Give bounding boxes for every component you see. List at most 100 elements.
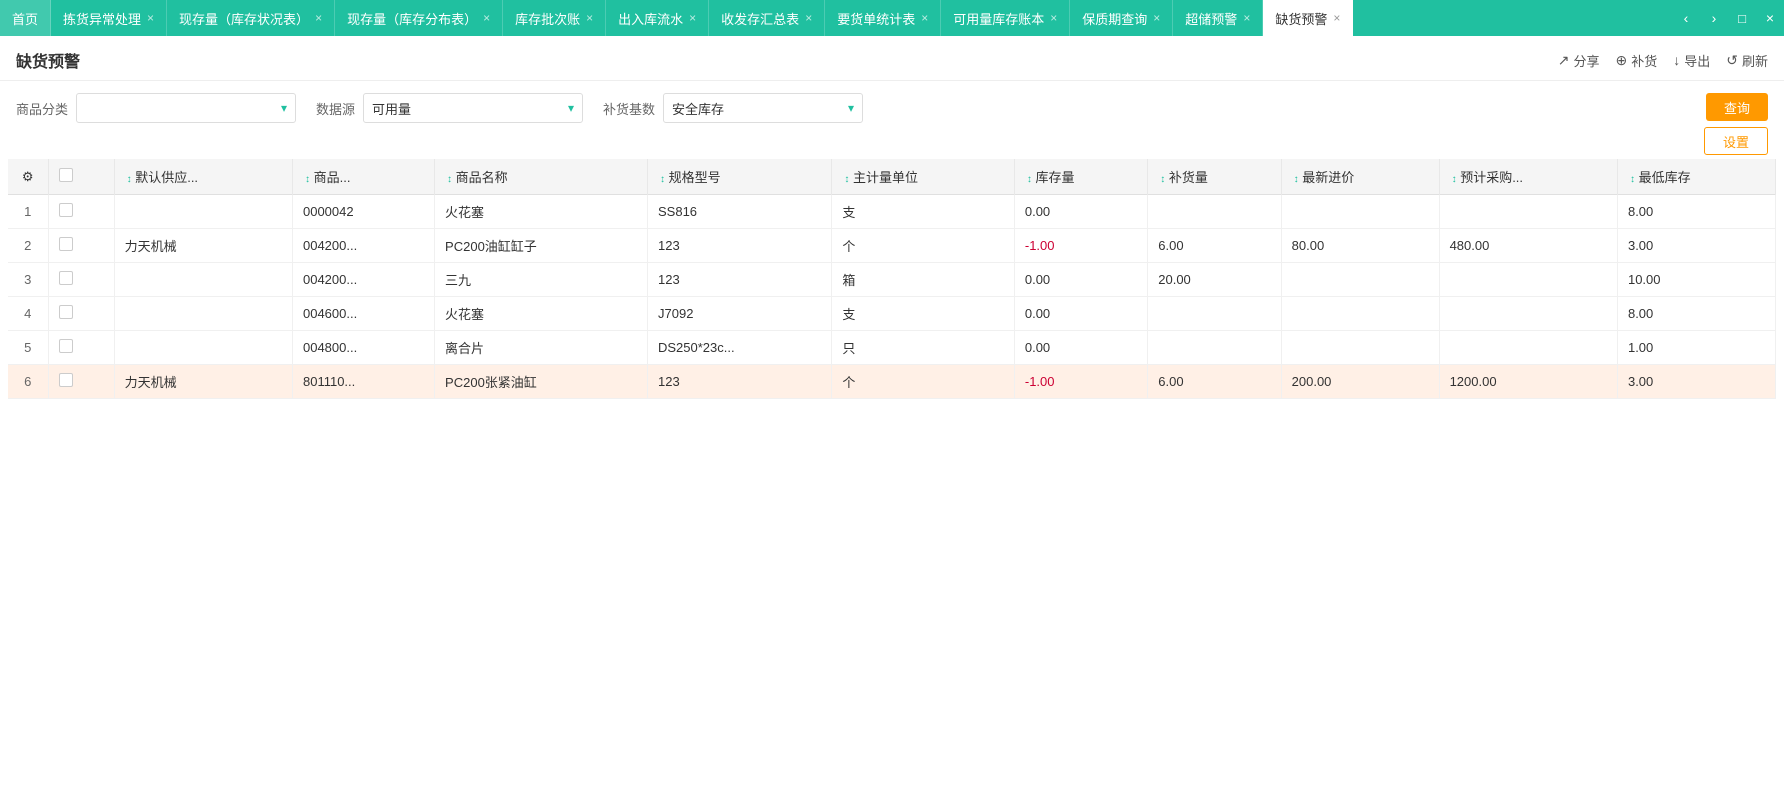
datasource-label: 数据源 bbox=[316, 99, 355, 118]
tab-close-icon[interactable]: × bbox=[689, 11, 696, 25]
tab-close-icon[interactable]: × bbox=[315, 11, 322, 25]
col-stock[interactable]: ↕ 库存量 bbox=[1014, 159, 1147, 195]
cell-checkbox[interactable] bbox=[48, 365, 114, 399]
tab-label: 出入库流水 bbox=[618, 9, 683, 28]
cell-goods-code: 0000042 bbox=[292, 195, 434, 229]
replenish-icon: ⊕ bbox=[1615, 52, 1627, 69]
page-container: 缺货预警 ↗ 分享 ⊕ 补货 ↓ 导出 ↺ 刷新 商品分 bbox=[0, 36, 1784, 796]
cell-stock: -1.00 bbox=[1014, 229, 1147, 263]
cell-goods-code: 004800... bbox=[292, 331, 434, 365]
tab-close-icon[interactable]: × bbox=[1050, 11, 1057, 25]
col-est-purchase[interactable]: ↕ 预计采购... bbox=[1439, 159, 1617, 195]
export-button[interactable]: ↓ 导出 bbox=[1673, 51, 1710, 70]
tab-close-icon[interactable]: × bbox=[483, 11, 490, 25]
tab-label: 缺货预警 bbox=[1275, 9, 1327, 28]
tab-close-icon[interactable]: × bbox=[1153, 11, 1160, 25]
datasource-select[interactable]: 可用量 ▾ bbox=[363, 93, 583, 123]
col-goods-name[interactable]: ↕ 商品名称 bbox=[435, 159, 648, 195]
tab-bar: 首页拣货异常处理×现存量（库存状况表）×现存量（库存分布表）×库存批次账×出入库… bbox=[0, 0, 1784, 36]
cell-goods-code: 801110... bbox=[292, 365, 434, 399]
tab-batch[interactable]: 库存批次账 × bbox=[503, 0, 606, 36]
col-latest-price[interactable]: ↕ 最新进价 bbox=[1281, 159, 1439, 195]
tab-close-icon[interactable]: × bbox=[147, 11, 154, 25]
replenish-base-select[interactable]: 安全库存 ▾ bbox=[663, 93, 863, 123]
tab-available[interactable]: 可用量库存账本× bbox=[941, 0, 1070, 36]
tab-label: 超储预警 bbox=[1185, 9, 1237, 28]
col-checkbox-header[interactable] bbox=[48, 159, 114, 195]
tab-collect[interactable]: 收发存汇总表× bbox=[709, 0, 825, 36]
cell-unit: 支 bbox=[832, 195, 1015, 229]
query-button[interactable]: 查询 bbox=[1706, 93, 1768, 121]
cell-checkbox[interactable] bbox=[48, 297, 114, 331]
cell-checkbox[interactable] bbox=[48, 229, 114, 263]
tab-label: 现存量（库存分布表） bbox=[347, 9, 477, 28]
tab-expiry[interactable]: 保质期查询× bbox=[1070, 0, 1173, 36]
tab-close-btn[interactable]: × bbox=[1756, 0, 1784, 36]
tab-abnormal[interactable]: 拣货异常处理 × bbox=[51, 0, 167, 36]
tab-close-icon[interactable]: × bbox=[586, 11, 593, 25]
tab-home[interactable]: 首页 bbox=[0, 0, 51, 36]
tab-close-icon[interactable]: × bbox=[921, 11, 928, 25]
tab-prev-btn[interactable]: ‹ bbox=[1672, 0, 1700, 36]
col-spec[interactable]: ↕ 规格型号 bbox=[648, 159, 832, 195]
replenish-label: 补货 bbox=[1631, 51, 1657, 70]
col-unit[interactable]: ↕ 主计量单位 bbox=[832, 159, 1015, 195]
cell-checkbox[interactable] bbox=[48, 331, 114, 365]
cell-supplier: 力天机械 bbox=[114, 365, 292, 399]
cell-unit: 箱 bbox=[832, 263, 1015, 297]
cell-min-stock: 3.00 bbox=[1617, 229, 1775, 263]
cell-unit: 支 bbox=[832, 297, 1015, 331]
cell-checkbox[interactable] bbox=[48, 263, 114, 297]
tab-order-stat[interactable]: 要货单统计表 × bbox=[825, 0, 941, 36]
cell-replenish bbox=[1148, 331, 1281, 365]
cell-goods-code: 004200... bbox=[292, 263, 434, 297]
replenish-button[interactable]: ⊕ 补货 bbox=[1615, 51, 1657, 70]
datasource-filter-group: 数据源 可用量 ▾ bbox=[316, 93, 583, 123]
tab-close-icon[interactable]: × bbox=[1333, 11, 1340, 25]
tab-next-btn[interactable]: › bbox=[1700, 0, 1728, 36]
col-replenish[interactable]: ↕ 补货量 bbox=[1148, 159, 1281, 195]
cell-supplier: 力天机械 bbox=[114, 229, 292, 263]
export-label: 导出 bbox=[1684, 51, 1710, 70]
cell-row-num: 1 bbox=[8, 195, 48, 229]
cell-est-purchase bbox=[1439, 297, 1617, 331]
cell-goods-name: 三九 bbox=[435, 263, 648, 297]
refresh-button[interactable]: ↺ 刷新 bbox=[1726, 51, 1768, 70]
cell-spec: DS250*23c... bbox=[648, 331, 832, 365]
cell-latest-price bbox=[1281, 297, 1439, 331]
cell-row-num: 4 bbox=[8, 297, 48, 331]
tab-inout-flow[interactable]: 出入库流水 × bbox=[606, 0, 709, 36]
tab-close-icon[interactable]: × bbox=[1243, 11, 1250, 25]
tab-shortage[interactable]: 缺货预警 × bbox=[1263, 0, 1353, 36]
cell-unit: 个 bbox=[832, 365, 1015, 399]
cell-supplier bbox=[114, 195, 292, 229]
tab-label: 要货单统计表 bbox=[837, 9, 915, 28]
cell-est-purchase bbox=[1439, 195, 1617, 229]
datasource-value: 可用量 bbox=[372, 99, 568, 118]
cell-row-num: 5 bbox=[8, 331, 48, 365]
col-gear[interactable]: ⚙ bbox=[8, 159, 48, 195]
tab-stock-status[interactable]: 现存量（库存状况表）× bbox=[167, 0, 335, 36]
category-select[interactable]: ▾ bbox=[76, 93, 296, 123]
tab-close-icon[interactable]: × bbox=[805, 11, 812, 25]
col-supplier[interactable]: ↕ 默认供应... bbox=[114, 159, 292, 195]
cell-min-stock: 1.00 bbox=[1617, 331, 1775, 365]
settings-button[interactable]: 设置 bbox=[1704, 127, 1768, 155]
table-row: 6 力天机械 801110... PC200张紧油缸 123 个 -1.00 6… bbox=[8, 365, 1776, 399]
tab-label: 首页 bbox=[12, 9, 38, 28]
col-goods-code[interactable]: ↕ 商品... bbox=[292, 159, 434, 195]
refresh-icon: ↺ bbox=[1726, 52, 1738, 69]
col-min-stock[interactable]: ↕ 最低库存 bbox=[1617, 159, 1775, 195]
cell-goods-code: 004600... bbox=[292, 297, 434, 331]
tab-label: 拣货异常处理 bbox=[63, 9, 141, 28]
share-button[interactable]: ↗ 分享 bbox=[1558, 51, 1600, 70]
tab-stock-dist[interactable]: 现存量（库存分布表） × bbox=[335, 0, 503, 36]
tab-restore-btn[interactable]: □ bbox=[1728, 0, 1756, 36]
tab-overstock[interactable]: 超储预警 × bbox=[1173, 0, 1263, 36]
replenish-base-filter-group: 补货基数 安全库存 ▾ bbox=[603, 93, 863, 123]
cell-min-stock: 8.00 bbox=[1617, 195, 1775, 229]
cell-checkbox[interactable] bbox=[48, 195, 114, 229]
tab-label: 库存批次账 bbox=[515, 9, 580, 28]
category-arrow-icon: ▾ bbox=[281, 101, 287, 115]
datasource-arrow-icon: ▾ bbox=[568, 101, 574, 115]
